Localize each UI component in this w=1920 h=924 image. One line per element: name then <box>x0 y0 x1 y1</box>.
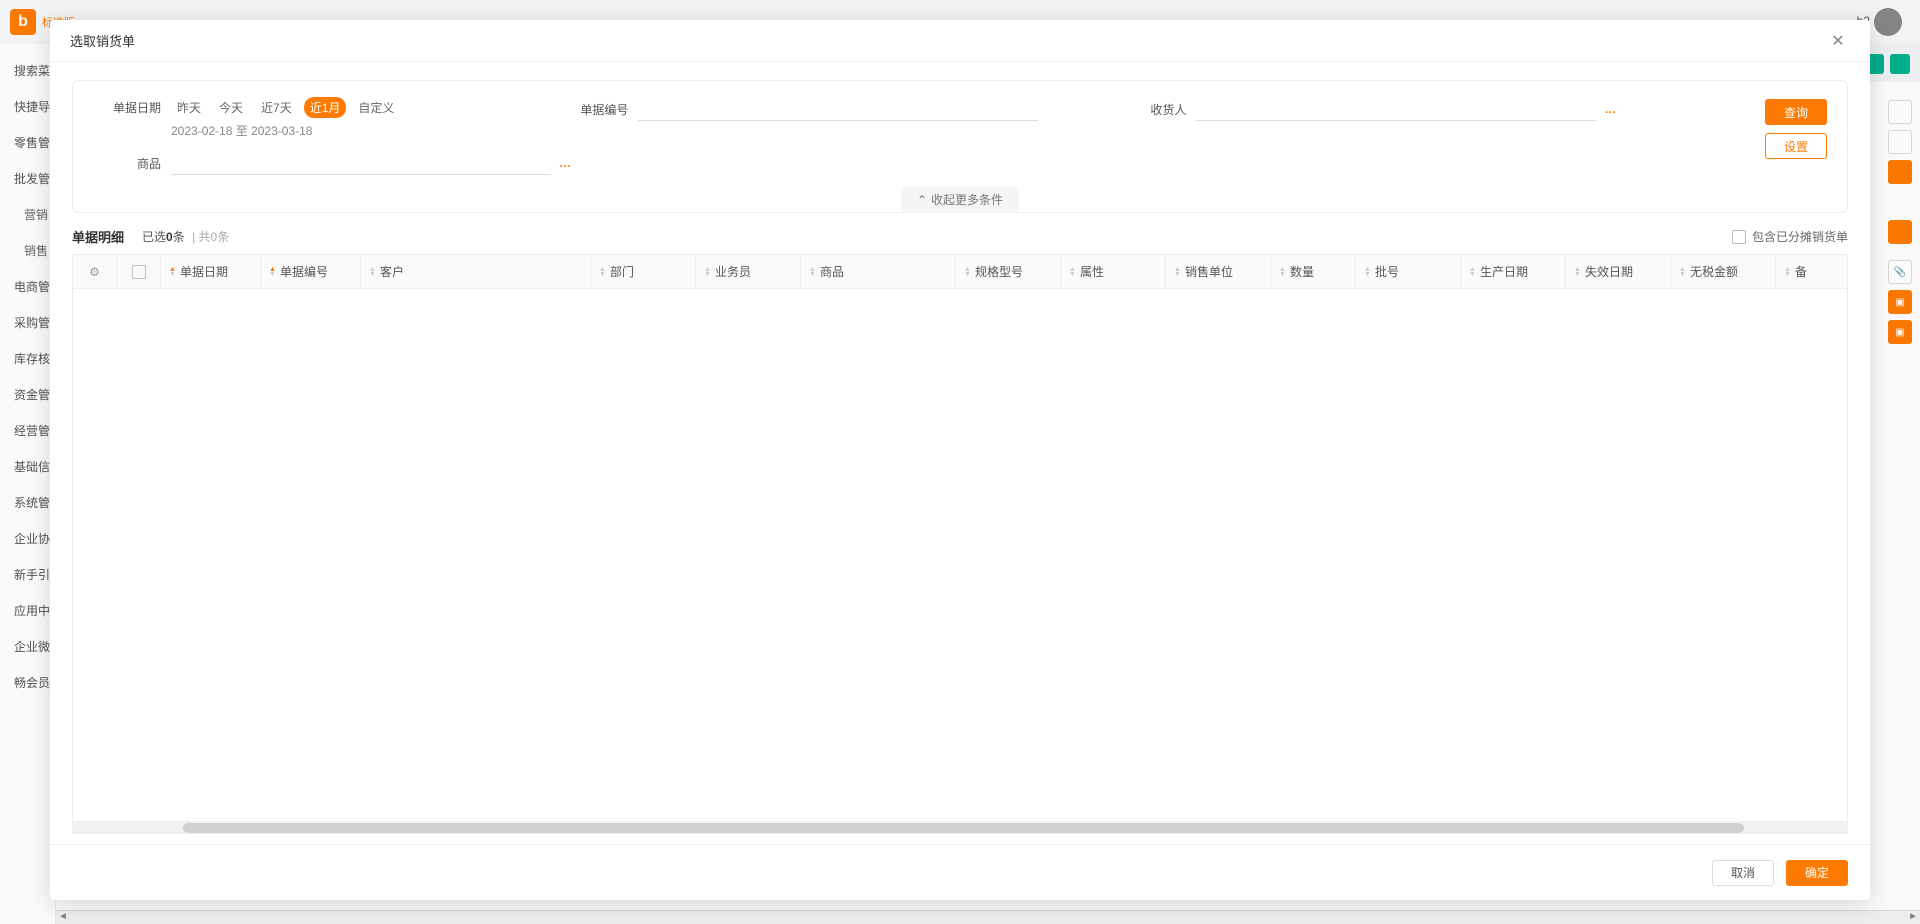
table-header: ⚙ ▲▼单据日期 ▲▼单据编号 ▲▼客户 ▲▼部门 ▲▼业务员 ▲▼商品 ▲▼规… <box>73 255 1847 289</box>
col-salesperson[interactable]: ▲▼业务员 <box>696 255 801 288</box>
include-allocated-label: 包含已分摊销货单 <box>1752 228 1848 245</box>
col-product[interactable]: ▲▼商品 <box>801 255 956 288</box>
date-option-7days[interactable]: 近7天 <box>255 97 298 118</box>
filter-receiver-label: 收货人 <box>1118 101 1186 118</box>
table: ⚙ ▲▼单据日期 ▲▼单据编号 ▲▼客户 ▲▼部门 ▲▼业务员 ▲▼商品 ▲▼规… <box>72 254 1848 834</box>
filter-card: 单据日期 昨天 今天 近7天 近1月 自定义 2023-02-18 至 2023… <box>72 80 1848 213</box>
date-range-text: 2023-02-18 至 2023-03-18 <box>171 122 400 139</box>
search-button[interactable]: 查询 <box>1765 99 1827 125</box>
col-attr[interactable]: ▲▼属性 <box>1061 255 1166 288</box>
horizontal-scrollbar[interactable] <box>73 821 1847 833</box>
include-allocated-checkbox[interactable]: 包含已分摊销货单 <box>1732 228 1848 245</box>
col-batch[interactable]: ▲▼批号 <box>1356 255 1461 288</box>
filter-buttons: 查询 设置 <box>1765 99 1827 159</box>
col-customer[interactable]: ▲▼客户 <box>361 255 591 288</box>
chevron-up-icon: ⌃ <box>917 193 927 207</box>
filter-docno-label: 单据编号 <box>560 101 628 118</box>
date-option-custom[interactable]: 自定义 <box>352 97 400 118</box>
receiver-input[interactable] <box>1196 97 1596 121</box>
filter-product-label: 商品 <box>93 155 161 172</box>
selected-count: 已选0条 | 共0条 <box>142 228 229 245</box>
modal-overlay: 选取销货单 ✕ 单据日期 昨天 今天 近7天 近1月 自定义 <box>0 0 1920 924</box>
col-prod-date[interactable]: ▲▼生产日期 <box>1461 255 1566 288</box>
date-option-yesterday[interactable]: 昨天 <box>171 97 207 118</box>
filter-product-group: 商品 … <box>93 151 571 175</box>
filter-docno-group: 单据编号 <box>560 97 1038 121</box>
col-date[interactable]: ▲▼单据日期 <box>161 255 261 288</box>
checkbox-icon <box>1732 230 1746 244</box>
product-input[interactable] <box>171 151 551 175</box>
collapse-filters-button[interactable]: ⌃ 收起更多条件 <box>901 187 1019 212</box>
date-option-today[interactable]: 今天 <box>213 97 249 118</box>
modal-body: 单据日期 昨天 今天 近7天 近1月 自定义 2023-02-18 至 2023… <box>50 62 1870 844</box>
filter-date-group: 单据日期 昨天 今天 近7天 近1月 自定义 2023-02-18 至 2023… <box>93 97 400 139</box>
product-more-icon[interactable]: … <box>559 156 571 170</box>
date-option-1month[interactable]: 近1月 <box>304 97 347 118</box>
filter-receiver-group: 收货人 … <box>1118 97 1616 121</box>
list-header: 单据明细 已选0条 | 共0条 包含已分摊销货单 <box>72 227 1848 246</box>
table-body-empty <box>73 289 1847 821</box>
confirm-button[interactable]: 确定 <box>1786 860 1848 886</box>
column-settings-icon[interactable]: ⚙ <box>73 255 117 288</box>
col-qty[interactable]: ▲▼数量 <box>1271 255 1356 288</box>
tab-detail[interactable]: 单据明细 <box>72 227 124 246</box>
filter-date-label: 单据日期 <box>93 99 161 116</box>
select-all-checkbox[interactable] <box>117 255 161 288</box>
col-notax-amount[interactable]: ▲▼无税金额 <box>1671 255 1776 288</box>
col-remark[interactable]: ▲▼备 <box>1776 255 1816 288</box>
col-spec[interactable]: ▲▼规格型号 <box>956 255 1061 288</box>
close-icon[interactable]: ✕ <box>1826 29 1850 53</box>
docno-input[interactable] <box>638 97 1038 121</box>
col-unit[interactable]: ▲▼销售单位 <box>1166 255 1271 288</box>
col-dept[interactable]: ▲▼部门 <box>591 255 696 288</box>
modal-title: 选取销货单 <box>70 31 135 50</box>
modal-footer: 取消 确定 <box>50 844 1870 900</box>
select-sales-order-modal: 选取销货单 ✕ 单据日期 昨天 今天 近7天 近1月 自定义 <box>50 20 1870 900</box>
cancel-button[interactable]: 取消 <box>1712 860 1774 886</box>
collapse-label: 收起更多条件 <box>931 191 1003 208</box>
col-docno[interactable]: ▲▼单据编号 <box>261 255 361 288</box>
modal-header: 选取销货单 ✕ <box>50 20 1870 62</box>
col-expiry[interactable]: ▲▼失效日期 <box>1566 255 1671 288</box>
receiver-more-icon[interactable]: … <box>1604 102 1616 116</box>
settings-button[interactable]: 设置 <box>1765 133 1827 159</box>
